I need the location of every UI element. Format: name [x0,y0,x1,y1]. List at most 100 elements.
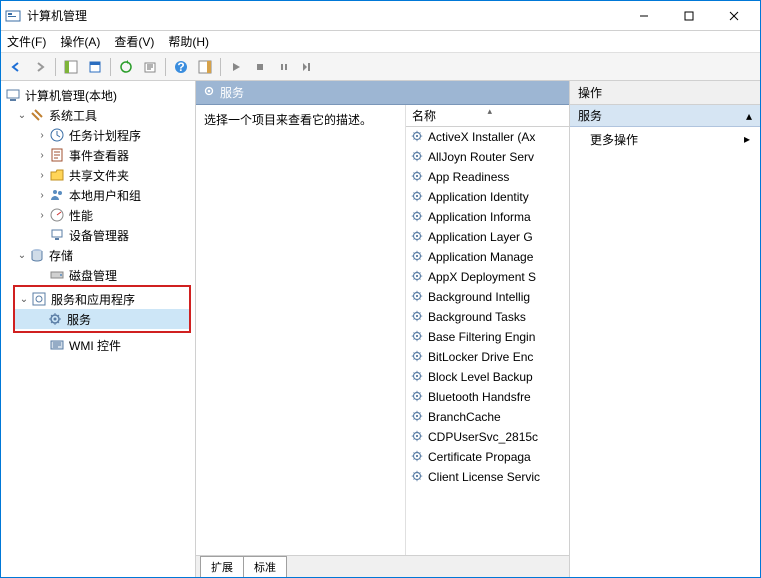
service-name: Application Identity [428,190,529,204]
tree-services-apps[interactable]: ⌄服务和应用程序 [15,289,189,309]
expand-icon[interactable]: › [35,210,49,221]
action-pane-button[interactable] [194,56,216,78]
start-service-button[interactable] [225,56,247,78]
tree-pane[interactable]: 计算机管理(本地) ⌄ 系统工具 ›任务计划程序 ›事件查看器 ›共享文件夹 ›… [1,81,196,577]
service-name: Certificate Propaga [428,450,531,464]
expand-icon[interactable]: › [35,130,49,141]
tree-storage[interactable]: ⌄存储 [1,245,195,265]
expand-icon[interactable]: › [35,170,49,181]
gear-icon [410,329,424,346]
service-row[interactable]: Background Tasks [406,307,569,327]
menu-file[interactable]: 文件(F) [7,33,46,50]
tab-standard[interactable]: 标准 [243,556,287,577]
forward-button[interactable] [29,56,51,78]
minimize-button[interactable] [621,2,666,30]
device-icon [49,227,65,243]
tab-extended[interactable]: 扩展 [200,556,244,577]
gear-icon [410,309,424,326]
gear-icon [410,229,424,246]
maximize-button[interactable] [666,2,711,30]
refresh-button[interactable] [115,56,137,78]
service-row[interactable]: BitLocker Drive Enc [406,347,569,367]
close-button[interactable] [711,2,756,30]
service-row[interactable]: AllJoyn Router Serv [406,147,569,167]
service-name: Application Manage [428,250,533,264]
expand-icon[interactable]: › [35,190,49,201]
services-apps-icon [31,291,47,307]
back-button[interactable] [5,56,27,78]
actions-more[interactable]: 更多操作 ▸ [570,127,760,151]
help-button[interactable]: ? [170,56,192,78]
service-row[interactable]: ActiveX Installer (Ax [406,127,569,147]
service-row[interactable]: Application Manage [406,247,569,267]
service-row[interactable]: Background Intellig [406,287,569,307]
collapse-arrow-icon: ▴ [746,109,752,123]
gear-icon [202,84,216,101]
window-buttons [621,2,756,30]
restart-service-button[interactable] [297,56,319,78]
service-row[interactable]: AppX Deployment S [406,267,569,287]
services-list-body[interactable]: ActiveX Installer (Ax AllJoyn Router Serv… [406,127,569,555]
service-name: Application Layer G [428,230,533,244]
properties-button[interactable] [84,56,106,78]
service-row[interactable]: Client License Servic [406,467,569,487]
service-row[interactable]: App Readiness [406,167,569,187]
menu-action[interactable]: 操作(A) [60,33,100,50]
show-hide-tree-button[interactable] [60,56,82,78]
computer-management-window: 计算机管理 文件(F) 操作(A) 查看(V) 帮助(H) ? [0,0,761,578]
event-icon [49,147,65,163]
gear-icon [410,389,424,406]
export-button[interactable] [139,56,161,78]
service-row[interactable]: Block Level Backup [406,367,569,387]
service-row[interactable]: Base Filtering Engin [406,327,569,347]
tree-wmi[interactable]: WMI 控件 [1,335,195,355]
tree-disk-management[interactable]: 磁盘管理 [1,265,195,285]
tree-services[interactable]: 服务 [15,309,189,329]
menubar: 文件(F) 操作(A) 查看(V) 帮助(H) [1,31,760,53]
folder-share-icon [49,167,65,183]
service-name: Application Informa [428,210,531,224]
service-name: AppX Deployment S [428,270,536,284]
service-row[interactable]: Application Informa [406,207,569,227]
center-pane: 服务 选择一个项目来查看它的描述。 名称 ▴ ActiveX Installer… [196,81,570,577]
stop-service-button[interactable] [249,56,271,78]
actions-section-services[interactable]: 服务 ▴ [570,105,760,127]
service-row[interactable]: BranchCache [406,407,569,427]
service-row[interactable]: Application Layer G [406,227,569,247]
service-name: Block Level Backup [428,370,533,384]
storage-icon [29,247,45,263]
service-row[interactable]: Bluetooth Handsfre [406,387,569,407]
tree-performance[interactable]: ›性能 [1,205,195,225]
collapse-icon[interactable]: ⌄ [15,250,29,261]
service-name: BranchCache [428,410,501,424]
collapse-icon[interactable]: ⌄ [17,294,31,305]
tree-root[interactable]: 计算机管理(本地) [1,85,195,105]
tree-task-scheduler[interactable]: ›任务计划程序 [1,125,195,145]
app-icon [5,8,21,24]
services-pane-header: 服务 [196,81,569,105]
tree-system-tools[interactable]: ⌄ 系统工具 [1,105,195,125]
titlebar[interactable]: 计算机管理 [1,1,760,31]
expand-icon[interactable]: › [35,150,49,161]
description-column: 选择一个项目来查看它的描述。 [196,105,406,555]
tree-shared-folders[interactable]: ›共享文件夹 [1,165,195,185]
actions-pane: 操作 服务 ▴ 更多操作 ▸ [570,81,760,577]
gear-icon [410,429,424,446]
service-row[interactable]: Certificate Propaga [406,447,569,467]
tree-local-users[interactable]: ›本地用户和组 [1,185,195,205]
gear-icon [410,169,424,186]
menu-help[interactable]: 帮助(H) [168,33,209,50]
wmi-icon [49,337,65,353]
svg-text:?: ? [177,60,184,74]
tree-device-manager[interactable]: 设备管理器 [1,225,195,245]
service-name: AllJoyn Router Serv [428,150,534,164]
service-row[interactable]: Application Identity [406,187,569,207]
pause-service-button[interactable] [273,56,295,78]
menu-view[interactable]: 查看(V) [114,33,154,50]
collapse-icon[interactable]: ⌄ [15,110,29,121]
service-row[interactable]: CDPUserSvc_2815c [406,427,569,447]
tree-event-viewer[interactable]: ›事件查看器 [1,145,195,165]
gear-icon [410,129,424,146]
computer-icon [5,87,21,103]
column-header-name[interactable]: 名称 ▴ [406,105,569,127]
